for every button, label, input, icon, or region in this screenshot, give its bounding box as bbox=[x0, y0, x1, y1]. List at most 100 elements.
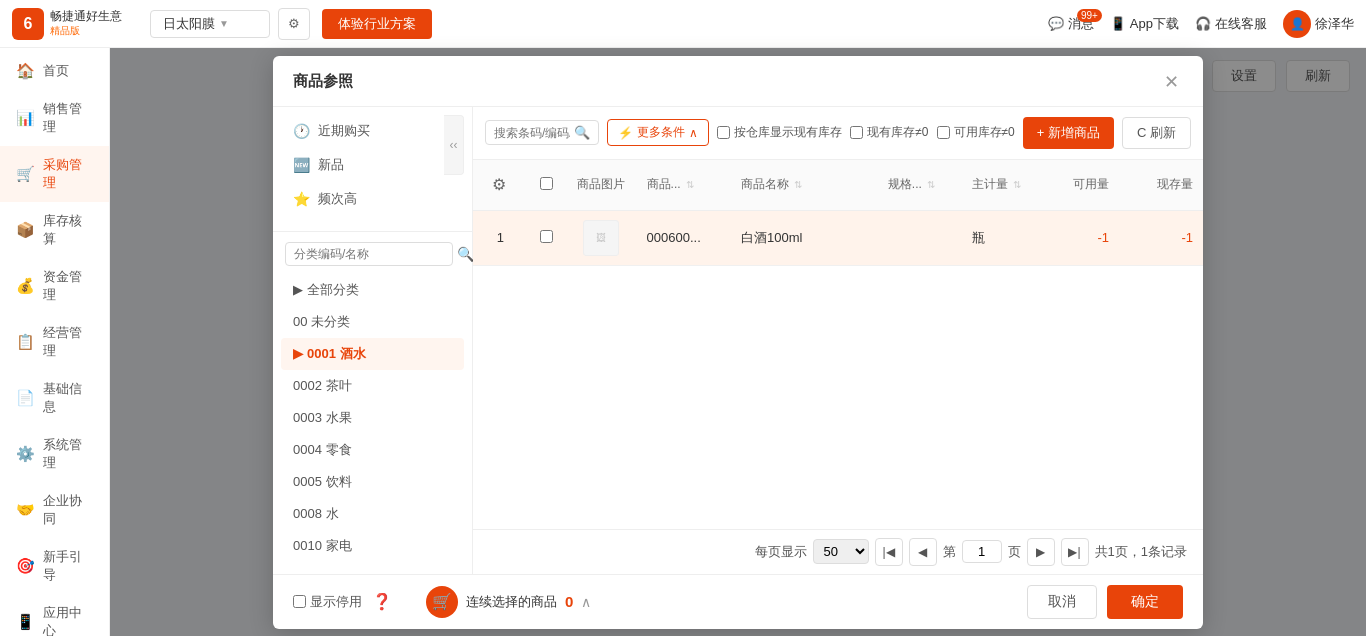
last-page-btn[interactable]: ▶| bbox=[1061, 538, 1089, 566]
quick-item-label: 新品 bbox=[318, 156, 344, 174]
help-icon[interactable]: ❓ bbox=[372, 592, 392, 611]
collapse-panel-btn[interactable]: ‹‹ bbox=[444, 115, 464, 175]
sidebar-item-management[interactable]: 📋 经营管理 bbox=[0, 314, 109, 370]
confirm-button[interactable]: 确定 bbox=[1107, 585, 1183, 619]
sidebar-item-inventory[interactable]: 📦 库存核算 bbox=[0, 202, 109, 258]
cancel-button[interactable]: 取消 bbox=[1027, 585, 1097, 619]
product-search-input[interactable] bbox=[494, 126, 570, 140]
total-pages-label: 共1页，1条记录 bbox=[1095, 543, 1187, 561]
headphone-icon: 🎧 bbox=[1195, 16, 1211, 31]
cat-all[interactable]: ▶ 全部分类 bbox=[281, 274, 464, 306]
online-service-label: 在线客服 bbox=[1215, 15, 1267, 33]
page-number-input[interactable] bbox=[962, 540, 1002, 563]
pagination-bar: 每页显示 50 10 20 100 |◀ ◀ 第 页 bbox=[473, 529, 1203, 574]
category-search-row: 🔍 bbox=[273, 238, 472, 270]
app-download-item[interactable]: 📱 App下载 bbox=[1110, 15, 1179, 33]
per-page-select[interactable]: 50 10 20 100 bbox=[813, 539, 869, 564]
sidebar-item-label: 系统管理 bbox=[43, 436, 93, 472]
filter-nonzero-checkbox[interactable] bbox=[850, 126, 863, 139]
th-spec[interactable]: 规格... ⇅ bbox=[878, 160, 962, 211]
sidebar-item-guide[interactable]: 🎯 新手引导 bbox=[0, 538, 109, 594]
close-button[interactable]: ✕ bbox=[1159, 70, 1183, 94]
sidebar-item-home[interactable]: 🏠 首页 bbox=[0, 52, 109, 90]
nav-selector[interactable]: 日太阳膜 ▼ bbox=[150, 10, 270, 38]
table-row[interactable]: 1 🖼 bbox=[473, 210, 1203, 265]
filter-icon: ⚡ bbox=[618, 126, 633, 140]
inventory-icon: 📦 bbox=[16, 221, 35, 239]
cat-tea[interactable]: 0002 茶叶 bbox=[281, 370, 464, 402]
cat-arrow: ▶ bbox=[293, 282, 303, 297]
logo-area: 6 畅捷通好生意 精品版 bbox=[12, 8, 142, 40]
sidebar-item-enterprise[interactable]: 🤝 企业协同 bbox=[0, 482, 109, 538]
sidebar-item-sales[interactable]: 📊 销售管理 bbox=[0, 90, 109, 146]
online-service-item[interactable]: 🎧 在线客服 bbox=[1195, 15, 1267, 33]
cart-collapse-icon[interactable]: ∧ bbox=[581, 594, 591, 610]
filter-nonzero-stock[interactable]: 现有库存≠0 bbox=[850, 124, 928, 141]
trial-button[interactable]: 体验行业方案 bbox=[322, 9, 432, 39]
cat-label: 00 未分类 bbox=[293, 313, 350, 331]
show-disabled-text: 显示停用 bbox=[310, 593, 362, 611]
add-product-button[interactable]: + 新增商品 bbox=[1023, 117, 1114, 149]
th-code[interactable]: 商品... ⇅ bbox=[637, 160, 731, 211]
sidebar-item-apps[interactable]: 📱 应用中心 bbox=[0, 594, 109, 636]
th-unit[interactable]: 主计量 ⇅ bbox=[962, 160, 1035, 211]
quick-item-recent[interactable]: 🕐 近期购买 bbox=[281, 115, 382, 147]
column-settings-btn[interactable]: ⚙ bbox=[483, 169, 515, 201]
row-num: 1 bbox=[473, 210, 528, 265]
more-filter-button[interactable]: ⚡ 更多条件 ∧ bbox=[607, 119, 709, 146]
filter-warehouse-label: 按仓库显示现有库存 bbox=[734, 124, 842, 141]
row-img-cell: 🖼 bbox=[565, 210, 636, 265]
row-spec bbox=[878, 210, 962, 265]
cart-icon[interactable]: 🛒 bbox=[426, 586, 458, 618]
filter-nonzero-avail[interactable]: 可用库存≠0 bbox=[937, 124, 1015, 141]
quick-item-frequent[interactable]: ⭐ 频次高 bbox=[281, 183, 382, 215]
cat-uncategorized[interactable]: 00 未分类 bbox=[281, 306, 464, 338]
filter-avail-checkbox[interactable] bbox=[937, 126, 950, 139]
modal-footer: 显示停用 ❓ 🛒 连续选择的商品 0 ∧ 取消 确定 bbox=[273, 574, 1203, 629]
next-page-btn[interactable]: ▶ bbox=[1027, 538, 1055, 566]
cat-label: 0001 酒水 bbox=[307, 345, 366, 363]
user-item[interactable]: 👤 徐泽华 bbox=[1283, 10, 1354, 38]
cat-fruit[interactable]: 0003 水果 bbox=[281, 402, 464, 434]
cat-appliance[interactable]: 0010 家电 bbox=[281, 530, 464, 562]
sort-name-icon: ⇅ bbox=[794, 179, 802, 190]
cat-liquor[interactable]: ▶ 0001 酒水 bbox=[281, 338, 464, 370]
first-page-btn[interactable]: |◀ bbox=[875, 538, 903, 566]
settings-icon[interactable]: ⚙ bbox=[278, 8, 310, 40]
sidebar-item-finance[interactable]: 💰 资金管理 bbox=[0, 258, 109, 314]
category-search-input[interactable] bbox=[285, 242, 453, 266]
sidebar-item-label: 应用中心 bbox=[43, 604, 93, 636]
sidebar-item-system[interactable]: ⚙️ 系统管理 bbox=[0, 426, 109, 482]
modal-title: 商品参照 bbox=[293, 72, 353, 91]
th-stock-label: 现存量 bbox=[1157, 177, 1193, 191]
modal-overlay: 商品参照 ✕ 🕐 近期购买 bbox=[110, 48, 1366, 636]
username: 徐泽华 bbox=[1315, 15, 1354, 33]
filter-warehouse-checkbox[interactable] bbox=[717, 126, 730, 139]
th-settings: ⚙ bbox=[473, 160, 528, 211]
footer-cart: 🛒 连续选择的商品 0 ∧ bbox=[426, 586, 591, 618]
messages-item[interactable]: 💬 消息 99+ bbox=[1048, 15, 1094, 33]
th-name-label: 商品名称 bbox=[741, 177, 789, 191]
message-icon: 💬 bbox=[1048, 16, 1064, 31]
cat-arrow: ▶ bbox=[293, 346, 303, 361]
filter-right-btns: + 新增商品 C 刷新 bbox=[1023, 117, 1191, 149]
category-search-icon[interactable]: 🔍 bbox=[457, 246, 474, 262]
sidebar-item-purchase[interactable]: 🛒 采购管理 bbox=[0, 146, 109, 202]
logo-icon: 6 bbox=[12, 8, 44, 40]
topbar-right: 💬 消息 99+ 📱 App下载 🎧 在线客服 👤 徐泽华 bbox=[1048, 10, 1354, 38]
cat-beverage[interactable]: 0005 饮料 bbox=[281, 466, 464, 498]
quick-item-new[interactable]: 🆕 新品 bbox=[281, 149, 382, 181]
select-all-checkbox[interactable] bbox=[540, 177, 553, 190]
row-name: 白酒100ml bbox=[731, 210, 878, 265]
show-disabled-label[interactable]: 显示停用 bbox=[293, 593, 362, 611]
sidebar-item-basic[interactable]: 📄 基础信息 bbox=[0, 370, 109, 426]
th-name[interactable]: 商品名称 ⇅ bbox=[731, 160, 878, 211]
cat-label: 0004 零食 bbox=[293, 441, 352, 459]
cat-snack[interactable]: 0004 零食 bbox=[281, 434, 464, 466]
refresh-button[interactable]: C 刷新 bbox=[1122, 117, 1191, 149]
filter-warehouse-stock[interactable]: 按仓库显示现有库存 bbox=[717, 124, 842, 141]
row-checkbox[interactable] bbox=[540, 230, 553, 243]
show-disabled-checkbox[interactable] bbox=[293, 595, 306, 608]
cat-water[interactable]: 0008 水 bbox=[281, 498, 464, 530]
prev-page-btn[interactable]: ◀ bbox=[909, 538, 937, 566]
